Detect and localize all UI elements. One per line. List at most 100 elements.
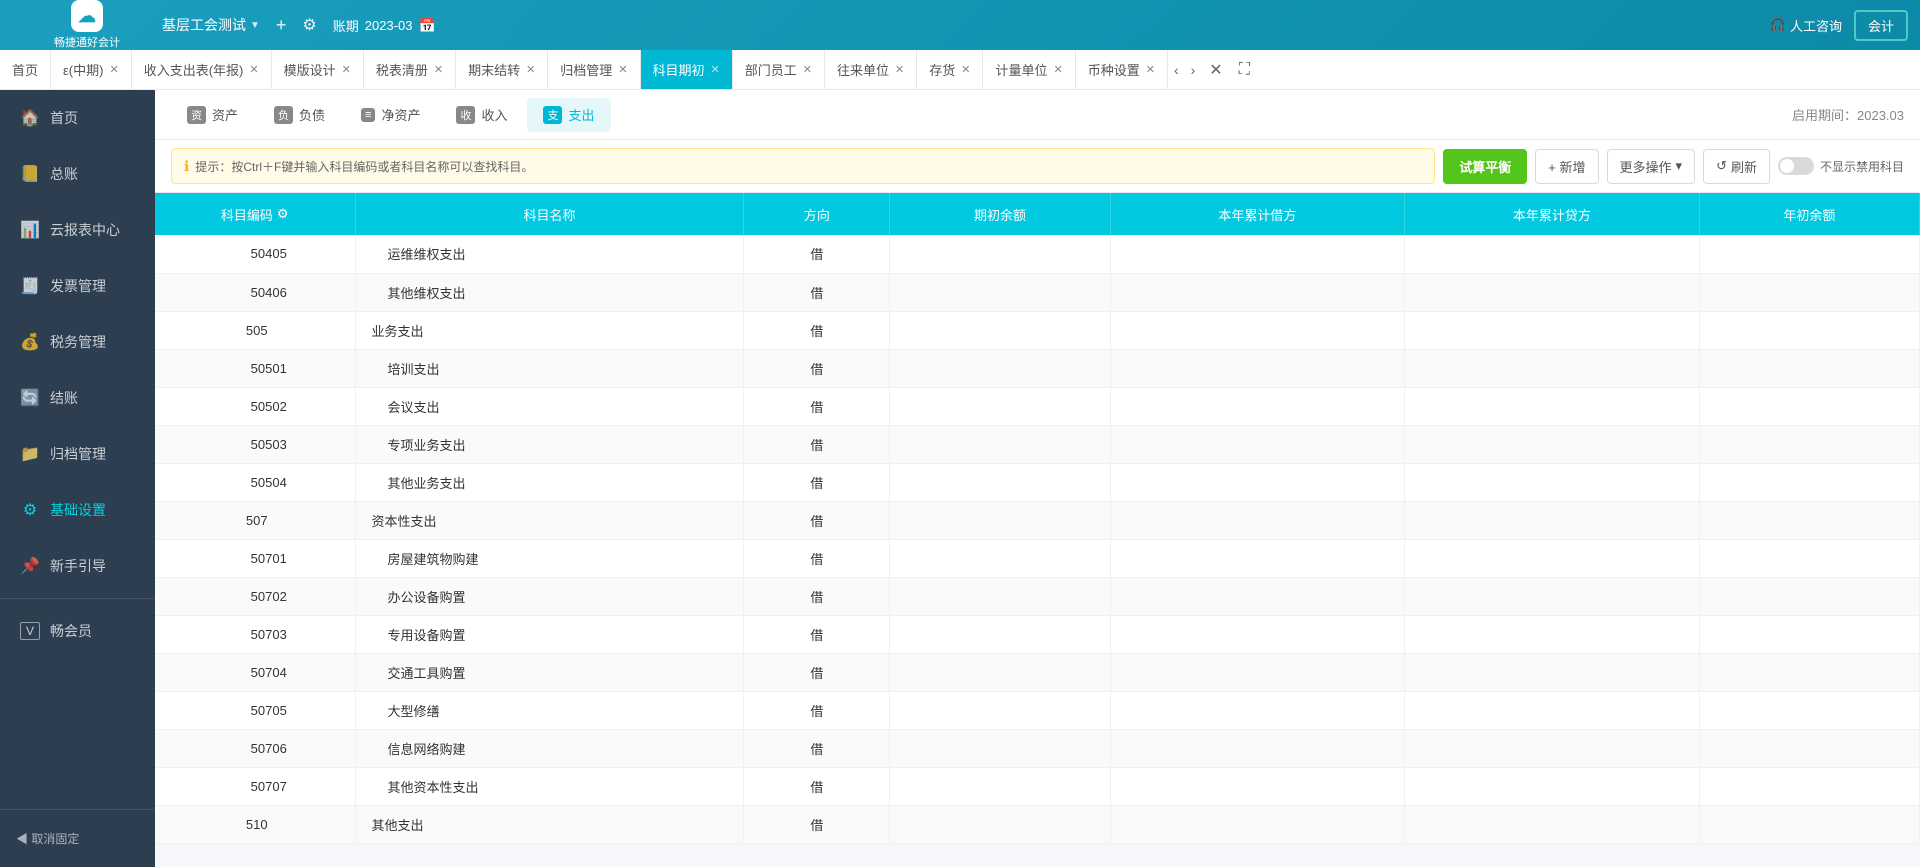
col-ytd-credit: 本年累计贷方 <box>1405 193 1700 235</box>
sidebar-item-report[interactable]: 📊 云报表中心 <box>0 202 155 258</box>
tab-template[interactable]: 模版设计 ✕ <box>272 50 364 90</box>
tab-close-interim[interactable]: ✕ <box>109 63 118 76</box>
tab-close-inventory[interactable]: ✕ <box>961 63 970 76</box>
table-row[interactable]: 50706 信息网络购建 借 <box>155 729 1920 767</box>
refresh-button[interactable]: ↺ 刷新 <box>1703 149 1770 184</box>
sidebar-item-settlement[interactable]: 🔄 结账 <box>0 370 155 426</box>
sidebar-item-basic-settings[interactable]: ⚙ 基础设置 <box>0 482 155 538</box>
company-name-display[interactable]: 基层工会测试 ▼ <box>162 15 260 35</box>
tab-period-end[interactable]: 期末结转 ✕ <box>456 50 548 90</box>
tab-bar: 首页 ε(中期) ✕ 收入支出表(年报) ✕ 模版设计 ✕ 税表清册 ✕ 期末结… <box>0 50 1920 90</box>
table-row[interactable]: 50405 运维维权支出 借 <box>155 235 1920 273</box>
app-logo: ☁ <box>71 0 103 32</box>
table-row[interactable]: 507 资本性支出 借 <box>155 501 1920 539</box>
col-settings-icon[interactable]: ⚙ <box>277 206 289 222</box>
table-container[interactable]: 科目编码 ⚙ 科目名称 方向 期初余额 本年累计借方 本年累计贷方 年初余额 5… <box>155 193 1920 867</box>
sidebar-item-home[interactable]: 🏠 首页 <box>0 90 155 146</box>
tab-prev-button[interactable]: ‹ <box>1168 50 1185 90</box>
sub-tab-liability[interactable]: 负 负债 <box>258 98 341 132</box>
sidebar-item-member[interactable]: V 畅会员 <box>0 603 155 659</box>
home-icon: 🏠 <box>20 108 40 128</box>
table-row[interactable]: 50701 房屋建筑物购建 借 <box>155 539 1920 577</box>
toggle-switch[interactable] <box>1778 157 1814 175</box>
add-company-button[interactable]: + <box>276 15 287 36</box>
main-layout: 🏠 首页 📒 总账 📊 云报表中心 🧾 发票管理 💰 税务管理 🔄 结账 📁 归… <box>0 90 1920 867</box>
tab-close-currency[interactable]: ✕ <box>1146 63 1155 76</box>
account-period: 账期 2023-03 📅 <box>333 16 436 35</box>
tab-close-dept[interactable]: ✕ <box>803 63 812 76</box>
tab-currency[interactable]: 币种设置 ✕ <box>1076 50 1168 90</box>
table-row[interactable]: 510 其他支出 借 <box>155 805 1920 843</box>
logo-area: ☁ 畅捷通好会计 <box>12 0 162 50</box>
tab-counterpart[interactable]: 往来单位 ✕ <box>825 50 917 90</box>
sidebar-item-archive[interactable]: 📁 归档管理 <box>0 426 155 482</box>
table-row[interactable]: 50503 专项业务支出 借 <box>155 425 1920 463</box>
sub-tab-income[interactable]: 收 收入 <box>440 98 523 132</box>
col-opening-balance: 期初余额 <box>890 193 1110 235</box>
asset-icon: 资 <box>187 106 206 124</box>
table-row[interactable]: 50704 交通工具购置 借 <box>155 653 1920 691</box>
header-center: 基层工会测试 ▼ + ⚙ 账期 2023-03 📅 <box>162 15 1770 36</box>
sub-tabs: 资 资产 负 负债 ≡ 净资产 收 收入 支 支出 启用期间：2023.03 <box>155 90 1920 140</box>
table-row[interactable]: 50702 办公设备购置 借 <box>155 577 1920 615</box>
sidebar-item-guide[interactable]: 📌 新手引导 <box>0 538 155 594</box>
tab-inventory[interactable]: 存货 ✕ <box>917 50 983 90</box>
content-area: 资 资产 负 负债 ≡ 净资产 收 收入 支 支出 启用期间：2023.03 <box>155 90 1920 867</box>
sidebar-item-ledger[interactable]: 📒 总账 <box>0 146 155 202</box>
sidebar: 🏠 首页 📒 总账 📊 云报表中心 🧾 发票管理 💰 税务管理 🔄 结账 📁 归… <box>0 90 155 867</box>
tab-close-counterpart[interactable]: ✕ <box>895 63 904 76</box>
account-button[interactable]: 会计 <box>1854 10 1908 41</box>
tab-dept[interactable]: 部门员工 ✕ <box>733 50 825 90</box>
sub-tab-expense[interactable]: 支 支出 <box>527 98 610 132</box>
tab-close-income-report[interactable]: ✕ <box>249 63 258 76</box>
tab-close-archive[interactable]: ✕ <box>618 63 627 76</box>
liability-icon: 负 <box>274 106 293 124</box>
table-row[interactable]: 50707 其他资本性支出 借 <box>155 767 1920 805</box>
tab-home[interactable]: 首页 <box>0 50 51 90</box>
tab-income-report[interactable]: 收入支出表(年报) ✕ <box>132 50 272 90</box>
table-row[interactable]: 50703 专用设备购置 借 <box>155 615 1920 653</box>
tab-tax[interactable]: 税表清册 ✕ <box>364 50 456 90</box>
hint-toolbar: ℹ 提示：按Ctrl＋F键并输入科目编码或者科目名称可以查找科目。 试算平衡 +… <box>155 140 1920 193</box>
support-button[interactable]: 🎧 人工咨询 <box>1770 16 1842 35</box>
tab-interim[interactable]: ε(中期) ✕ <box>51 50 132 90</box>
table-row[interactable]: 505 业务支出 借 <box>155 311 1920 349</box>
col-year-opening: 年初余额 <box>1699 193 1919 235</box>
table-row[interactable]: 50501 培训支出 借 <box>155 349 1920 387</box>
tab-close-tax[interactable]: ✕ <box>434 63 443 76</box>
toolbar-right: 试算平衡 + 新增 更多操作 ▾ ↺ 刷新 不显示禁用科目 <box>1443 149 1904 184</box>
settings-icon: ⚙ <box>20 500 40 520</box>
add-subject-button[interactable]: + 新增 <box>1535 149 1598 184</box>
subjects-table: 科目编码 ⚙ 科目名称 方向 期初余额 本年累计借方 本年累计贷方 年初余额 5… <box>155 193 1920 844</box>
tab-close-unit[interactable]: ✕ <box>1053 63 1062 76</box>
tab-close-period-end[interactable]: ✕ <box>526 63 535 76</box>
app-name: 畅捷通好会计 <box>54 34 120 50</box>
tab-subject-init[interactable]: 科目期初 ✕ <box>641 50 733 90</box>
calendar-icon[interactable]: 📅 <box>419 17 436 34</box>
sub-tab-asset[interactable]: 资 资产 <box>171 98 254 132</box>
tab-archive[interactable]: 归档管理 ✕ <box>548 50 640 90</box>
tab-close-template[interactable]: ✕ <box>342 63 351 76</box>
sidebar-item-invoice[interactable]: 🧾 发票管理 <box>0 258 155 314</box>
table-row[interactable]: 50705 大型修缮 借 <box>155 691 1920 729</box>
collapse-sidebar-button[interactable]: ◀ 取消固定 <box>0 822 155 855</box>
period-info: 启用期间：2023.03 <box>1792 105 1904 124</box>
company-dropdown-icon[interactable]: ▼ <box>250 20 260 31</box>
sub-tab-net-asset[interactable]: ≡ 净资产 <box>345 98 436 132</box>
table-row[interactable]: 50504 其他业务支出 借 <box>155 463 1920 501</box>
more-operations-button[interactable]: 更多操作 ▾ <box>1607 149 1696 184</box>
toggle-disabled-subjects[interactable]: 不显示禁用科目 <box>1778 157 1904 175</box>
sidebar-item-tax[interactable]: 💰 税务管理 <box>0 314 155 370</box>
settings-button[interactable]: ⚙ <box>302 15 316 35</box>
balance-button[interactable]: 试算平衡 <box>1443 149 1527 184</box>
tab-close-all-button[interactable]: ✕ <box>1201 50 1230 90</box>
col-name: 科目名称 <box>355 193 744 235</box>
tab-close-subject-init[interactable]: ✕ <box>711 63 720 76</box>
header-right: 🎧 人工咨询 会计 <box>1770 10 1908 41</box>
invoice-icon: 🧾 <box>20 276 40 296</box>
table-row[interactable]: 50502 会议支出 借 <box>155 387 1920 425</box>
table-row[interactable]: 50406 其他维权支出 借 <box>155 273 1920 311</box>
tab-unit[interactable]: 计量单位 ✕ <box>983 50 1075 90</box>
tab-expand-button[interactable]: ⛶ <box>1231 50 1258 90</box>
tab-next-button[interactable]: › <box>1185 50 1202 90</box>
